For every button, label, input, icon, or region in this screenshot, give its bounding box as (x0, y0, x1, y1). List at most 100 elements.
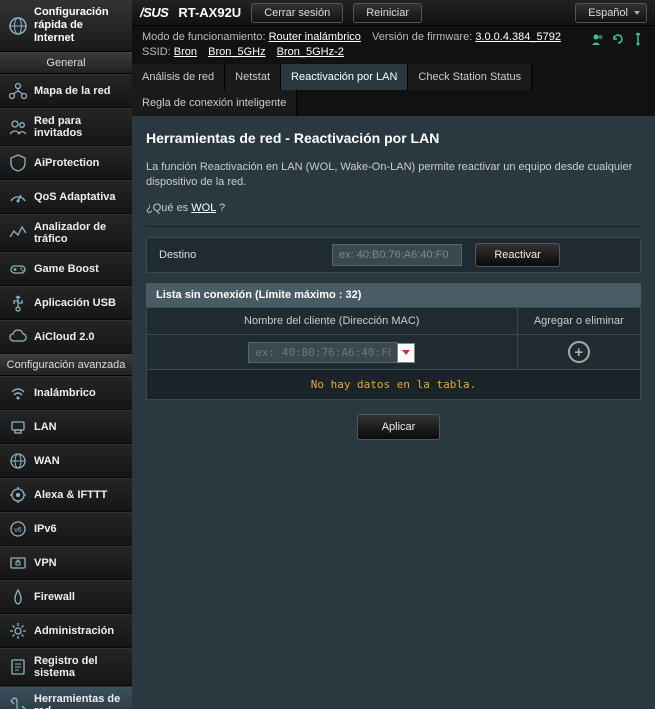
vpn-icon (8, 553, 28, 573)
mode-label: Modo de funcionamiento: (142, 31, 266, 43)
sidebar-item-wireless[interactable]: Inalámbrico (0, 376, 132, 410)
sidebar-item-traffic-analyzer[interactable]: Analizador de tráfico (0, 214, 132, 252)
game-boost-icon (8, 259, 28, 279)
page-title: Herramientas de red - Reactivación por L… (146, 130, 641, 146)
sidebar-item-label: Herramientas de red (34, 693, 124, 709)
fw-value[interactable]: 3.0.0.4.384_5792 (475, 31, 561, 43)
sidebar-item-vpn[interactable]: VPN (0, 546, 132, 580)
main-panel: /SUS RT-AX92U Cerrar sesión Reiniciar Es… (132, 0, 655, 709)
mac-dropdown-icon[interactable] (397, 343, 415, 363)
section-header-general: General (0, 52, 132, 74)
wol-question: ¿Qué es WOL ? (146, 201, 641, 216)
sidebar-item-label: AiProtection (34, 157, 99, 169)
mode-value[interactable]: Router inalámbrico (269, 31, 361, 43)
tabs: Análisis de redNetstatReactivación por L… (132, 64, 655, 116)
sidebar-item-aiprotection[interactable]: AiProtection (0, 146, 132, 180)
aiprotection-icon (8, 153, 28, 173)
brand-logo: /SUS (140, 5, 168, 20)
sidebar-item-aicloud[interactable]: AiCloud 2.0 (0, 320, 132, 354)
traffic-analyzer-icon (8, 223, 28, 243)
sidebar-item-label: Registro del sistema (34, 655, 124, 679)
sidebar-item-label: Aplicación USB (34, 297, 116, 309)
logout-button[interactable]: Cerrar sesión (251, 3, 343, 23)
sidebar-item-label: VPN (34, 557, 57, 569)
sidebar-item-label: Firewall (34, 591, 75, 603)
chevron-down-icon (634, 11, 640, 15)
sidebar-item-label: AiCloud 2.0 (34, 331, 95, 343)
sidebar-item-wan[interactable]: WAN (0, 444, 132, 478)
network-map-icon (8, 81, 28, 101)
sidebar-item-label: IPv6 (34, 523, 57, 535)
reboot-button[interactable]: Reiniciar (353, 3, 422, 23)
sidebar-item-administration[interactable]: Administración (0, 614, 132, 648)
tab-check-station[interactable]: Check Station Status (408, 64, 532, 90)
destination-input[interactable] (332, 244, 462, 266)
sidebar-item-label: Alexa & IFTTT (34, 489, 107, 501)
usb-icon[interactable] (631, 32, 645, 46)
tab-net-analysis[interactable]: Análisis de red (132, 64, 225, 90)
sidebar-item-lan[interactable]: LAN (0, 410, 132, 444)
adaptive-qos-icon (8, 187, 28, 207)
alexa-ifttt-icon (8, 485, 28, 505)
guest-network-icon (8, 117, 28, 137)
sidebar-item-ipv6[interactable]: v6 IPv6 (0, 512, 132, 546)
add-button[interactable]: + (568, 341, 590, 363)
lan-icon (8, 417, 28, 437)
language-label: Español (588, 7, 628, 19)
tab-wol[interactable]: Reactivación por LAN (281, 64, 408, 90)
sidebar-item-label: Red para invitados (34, 115, 124, 139)
ssid-2[interactable]: Bron_5GHz (208, 46, 265, 58)
language-select[interactable]: Español (575, 3, 647, 23)
sidebar-item-firewall[interactable]: Firewall (0, 580, 132, 614)
wake-button[interactable]: Reactivar (475, 243, 559, 267)
sidebar-item-usb-app[interactable]: Aplicación USB (0, 286, 132, 320)
sidebar-item-label: WAN (34, 455, 60, 467)
col-action-header: Agregar o eliminar (517, 308, 641, 335)
firewall-icon (8, 587, 28, 607)
separator (146, 226, 641, 227)
sidebar-item-game-boost[interactable]: Game Boost (0, 252, 132, 286)
offline-list-header: Lista sin conexión (Límite máximo : 32) (146, 283, 641, 307)
sidebar-item-label: Analizador de tráfico (34, 221, 124, 245)
aicloud-icon (8, 327, 28, 347)
ssid-label: SSID: (142, 46, 171, 58)
sidebar-item-guest-network[interactable]: Red para invitados (0, 108, 132, 146)
tab-smart-connect[interactable]: Regla de conexión inteligente (132, 90, 297, 116)
destination-label: Destino (147, 241, 327, 269)
infobar: Modo de funcionamiento: Router inalámbri… (132, 26, 655, 64)
destination-row: Destino Reactivar (146, 237, 641, 273)
system-log-icon (8, 657, 28, 677)
wol-link[interactable]: WOL (191, 202, 216, 214)
mac-input[interactable] (248, 342, 398, 363)
sidebar-item-network-map[interactable]: Mapa de la red (0, 74, 132, 108)
refresh-icon[interactable] (611, 32, 625, 46)
users-icon[interactable] (591, 32, 605, 46)
offline-table: Nombre del cliente (Dirección MAC) Agreg… (146, 307, 641, 400)
sidebar-item-label: QoS Adaptativa (34, 191, 116, 203)
section-header-advanced: Configuración avanzada (0, 354, 132, 376)
apply-button[interactable]: Aplicar (357, 414, 441, 440)
sidebar: Configuración rápida de Internet General… (0, 0, 132, 709)
sidebar-item-label: Inalámbrico (34, 387, 96, 399)
col-client-header: Nombre del cliente (Dirección MAC) (147, 308, 518, 335)
sidebar-item-network-tools[interactable]: Herramientas de red (0, 686, 132, 709)
ssid-1[interactable]: Bron (174, 46, 197, 58)
usb-app-icon (8, 293, 28, 313)
globe-icon (8, 16, 28, 36)
sidebar-item-label: Administración (34, 625, 114, 637)
quick-setup-label: Configuración rápida de Internet (34, 6, 124, 45)
sidebar-item-adaptive-qos[interactable]: QoS Adaptativa (0, 180, 132, 214)
content: Herramientas de red - Reactivación por L… (132, 116, 655, 709)
tab-netstat[interactable]: Netstat (225, 64, 281, 90)
wireless-icon (8, 383, 28, 403)
no-data-row: No hay datos en la tabla. (147, 370, 641, 400)
sidebar-item-alexa-ifttt[interactable]: Alexa & IFTTT (0, 478, 132, 512)
svg-text:v6: v6 (14, 527, 22, 534)
quick-setup-button[interactable]: Configuración rápida de Internet (0, 0, 132, 52)
sidebar-item-label: Mapa de la red (34, 85, 110, 97)
sidebar-item-system-log[interactable]: Registro del sistema (0, 648, 132, 686)
model-name: RT-AX92U (178, 5, 241, 20)
topbar: /SUS RT-AX92U Cerrar sesión Reiniciar Es… (132, 0, 655, 26)
network-tools-icon (8, 695, 28, 709)
ssid-3[interactable]: Bron_5GHz-2 (277, 46, 344, 58)
